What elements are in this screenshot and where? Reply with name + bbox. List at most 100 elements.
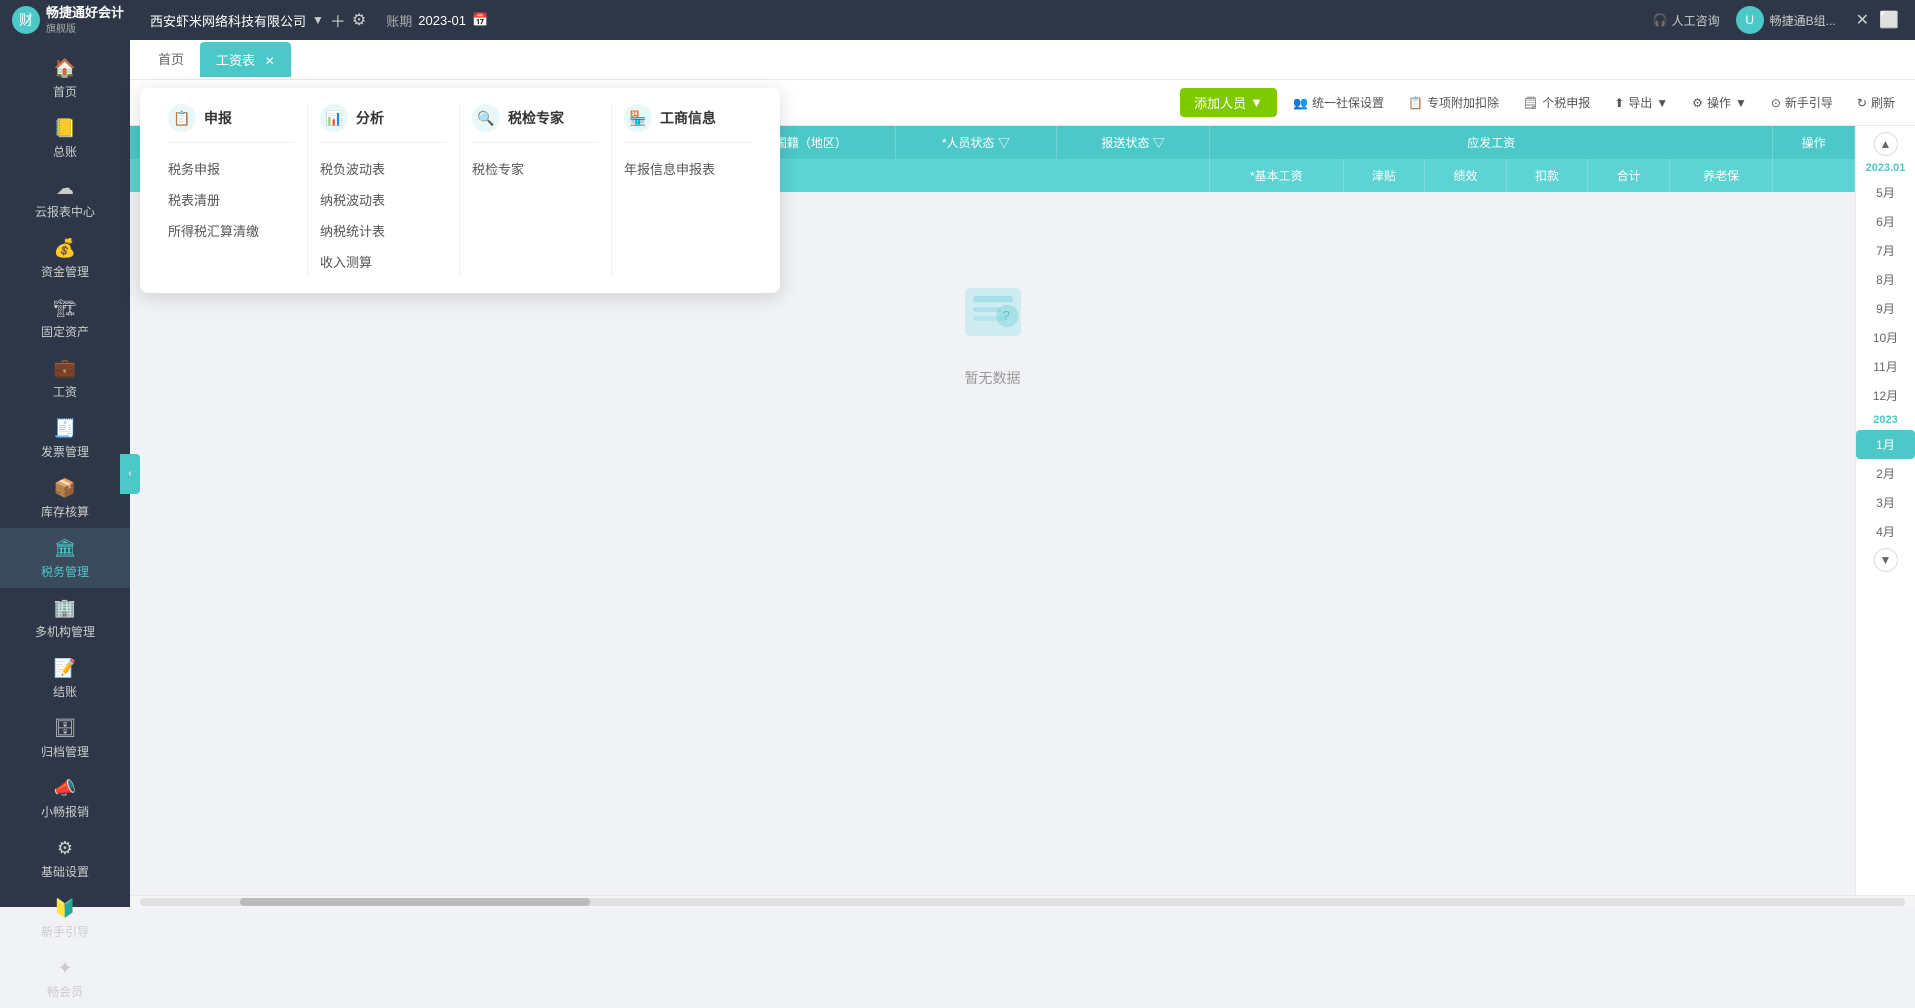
menu-item-tax-wave[interactable]: 纳税波动表 — [320, 184, 447, 215]
menu-item-tax-report[interactable]: 税务申报 — [168, 153, 295, 184]
sidebar-label-multiorg: 多机构管理 — [35, 623, 95, 640]
calendar-panel: ▲ 2023.01 5月 6月 7月 8月 9月 10月 11月 12月 202… — [1855, 126, 1915, 895]
filter-icon-submit[interactable]: ▽ — [1153, 136, 1165, 150]
company-settings-icon[interactable]: ⚙ — [352, 10, 366, 30]
add-person-button[interactable]: 添加人员 ▼ — [1180, 88, 1277, 117]
sidebar-item-member[interactable]: ✦ 畅会员 — [0, 948, 130, 1008]
sidebar-item-closing[interactable]: 📝 结账 — [0, 648, 130, 708]
sidebar-label-settings: 基础设置 — [41, 863, 89, 880]
svg-text:?: ? — [1002, 308, 1009, 323]
cal-month-7[interactable]: 7月 — [1856, 236, 1915, 265]
cal-prev-year-btn[interactable]: ▲ — [1874, 132, 1898, 156]
period-value: 2023-01 — [418, 13, 466, 28]
company-add-icon[interactable]: ＋ — [330, 8, 346, 32]
filter-icon-status[interactable]: ▽ — [998, 136, 1010, 150]
guide-icon: 🔰 — [54, 898, 76, 919]
cal-month-5[interactable]: 5月 — [1856, 178, 1915, 207]
sidebar-item-funds[interactable]: 💰 资金管理 — [0, 228, 130, 288]
tax-icon: 🏛 — [54, 538, 77, 559]
tab-bar: 首页 工资表 ✕ — [130, 40, 1915, 80]
sidebar-item-salary[interactable]: 💼 工资 — [0, 348, 130, 408]
menu-item-taxcheck-expert[interactable]: 税检专家 — [472, 153, 599, 184]
add-person-dropdown-icon[interactable]: ▼ — [1250, 95, 1263, 110]
social-icon: 👥 — [1293, 96, 1308, 110]
col-deduction: 扣款 — [1506, 159, 1588, 192]
deduction-icon: 📋 — [1408, 96, 1423, 110]
cal-month-6[interactable]: 6月 — [1856, 207, 1915, 236]
tab-close-btn[interactable]: ✕ — [265, 54, 275, 68]
sidebar-label-salary: 工资 — [53, 383, 77, 400]
export-dropdown-icon[interactable]: ▼ — [1656, 96, 1668, 110]
sidebar-toggle-btn[interactable]: ‹ — [120, 454, 140, 494]
special-deduction-btn[interactable]: 📋 专项附加扣除 — [1400, 90, 1507, 115]
tab-home[interactable]: 首页 — [142, 41, 200, 78]
cal-month-3[interactable]: 3月 — [1856, 488, 1915, 517]
company-dropdown-icon[interactable]: ▼ — [312, 13, 324, 27]
menu-item-tax-burden[interactable]: 税负波动表 — [320, 153, 447, 184]
operations-btn[interactable]: ⚙ 操作 ▼ — [1684, 90, 1755, 115]
ops-icon: ⚙ — [1692, 96, 1703, 110]
sidebar-label-assets: 固定资产 — [41, 323, 89, 340]
sidebar-item-assets[interactable]: 🏗 固定资产 — [0, 288, 130, 348]
col-submit-status: 报送状态 ▽ — [1057, 126, 1210, 159]
sidebar-item-expense[interactable]: 📣 小畅报销 — [0, 768, 130, 828]
sidebar-label-ledger: 总账 — [53, 143, 77, 160]
ledger-icon: 📒 — [54, 118, 76, 139]
cal-month-10[interactable]: 10月 — [1856, 323, 1915, 352]
personal-tax-btn[interactable]: 🗒 个税申报 — [1515, 90, 1598, 115]
sidebar-item-cloud[interactable]: ☁ 云报表中心 — [0, 168, 130, 228]
window-controls: ✕ ⬜ — [1852, 6, 1903, 34]
empty-icon: ? — [953, 272, 1033, 352]
menu-item-income-est[interactable]: 收入测算 — [320, 246, 447, 277]
scrollbar-thumb[interactable] — [240, 898, 590, 906]
sidebar-item-guide[interactable]: 🔰 新手引导 — [0, 888, 130, 948]
ops-dropdown-icon[interactable]: ▼ — [1735, 96, 1747, 110]
sidebar-label-funds: 资金管理 — [41, 263, 89, 280]
menu-item-income-tax[interactable]: 所得税汇算清缴 — [168, 215, 295, 246]
sidebar-item-invoice[interactable]: 🧾 发票管理 — [0, 408, 130, 468]
taxcheck-icon: 🔍 — [472, 104, 500, 132]
refresh-btn[interactable]: ↻ 刷新 — [1849, 90, 1903, 115]
restore-window-btn[interactable]: ⬜ — [1875, 6, 1903, 34]
period-info: 账期 2023-01 📅 — [386, 11, 488, 30]
sidebar-item-ledger[interactable]: 📒 总账 — [0, 108, 130, 168]
menu-item-annual-report[interactable]: 年报信息申报表 — [624, 153, 752, 184]
menu-item-tax-table[interactable]: 税表清册 — [168, 184, 295, 215]
expense-icon: 📣 — [54, 778, 76, 799]
sidebar-item-settings[interactable]: ⚙ 基础设置 — [0, 828, 130, 888]
menu-item-tax-stat[interactable]: 纳税统计表 — [320, 215, 447, 246]
close-window-btn[interactable]: ✕ — [1852, 6, 1873, 34]
sidebar-item-archive[interactable]: 🗄 归档管理 — [0, 708, 130, 768]
period-label: 账期 — [386, 11, 412, 30]
sidebar-label-cloud: 云报表中心 — [35, 203, 95, 220]
salary-icon: 💼 — [54, 358, 76, 379]
dropdown-columns: 📋 申报 税务申报 税表清册 所得税汇算清缴 📊 分析 税负波动表 纳税波动表 … — [156, 104, 764, 277]
col-base-salary: *基本工资 — [1210, 159, 1344, 192]
cal-month-11[interactable]: 11月 — [1856, 352, 1915, 381]
cal-next-year-btn[interactable]: ▼ — [1874, 548, 1898, 572]
archive-icon: 🗄 — [54, 718, 77, 739]
calendar-icon[interactable]: 📅 — [472, 12, 488, 28]
sidebar-item-inventory[interactable]: 📦 库存核算 — [0, 468, 130, 528]
sidebar-item-home[interactable]: 🏠 首页 — [0, 48, 130, 108]
sidebar: 🏠 首页 📒 总账 ☁ 云报表中心 💰 资金管理 🏗 固定资产 💼 工资 🧾 发… — [0, 40, 130, 907]
cal-month-9[interactable]: 9月 — [1856, 294, 1915, 323]
col-header-taxcheck: 🔍 税检专家 — [472, 104, 599, 143]
col-operations: 操作 — [1773, 126, 1855, 159]
social-insurance-btn[interactable]: 👥 统一社保设置 — [1285, 90, 1392, 115]
sidebar-item-multiorg[interactable]: 🏢 多机构管理 — [0, 588, 130, 648]
cal-month-2[interactable]: 2月 — [1856, 459, 1915, 488]
cal-month-1[interactable]: 1月 — [1856, 430, 1915, 459]
cal-month-8[interactable]: 8月 — [1856, 265, 1915, 294]
col-person-status: *人员状态 ▽ — [895, 126, 1056, 159]
cal-month-4[interactable]: 4月 — [1856, 517, 1915, 546]
human-service-btn[interactable]: 🎧 人工咨询 — [1653, 12, 1720, 29]
horizontal-scrollbar[interactable] — [130, 895, 1915, 907]
cal-month-12[interactable]: 12月 — [1856, 381, 1915, 410]
sidebar-item-tax[interactable]: 🏛 税务管理 — [0, 528, 130, 588]
sidebar-label-guide: 新手引导 — [41, 923, 89, 940]
guide-btn[interactable]: ⊙ 新手引导 — [1763, 90, 1841, 115]
export-btn[interactable]: ⬆ 导出 ▼ — [1606, 90, 1676, 115]
biz-title: 工商信息 — [660, 108, 716, 128]
tab-salary[interactable]: 工资表 ✕ — [200, 42, 291, 77]
